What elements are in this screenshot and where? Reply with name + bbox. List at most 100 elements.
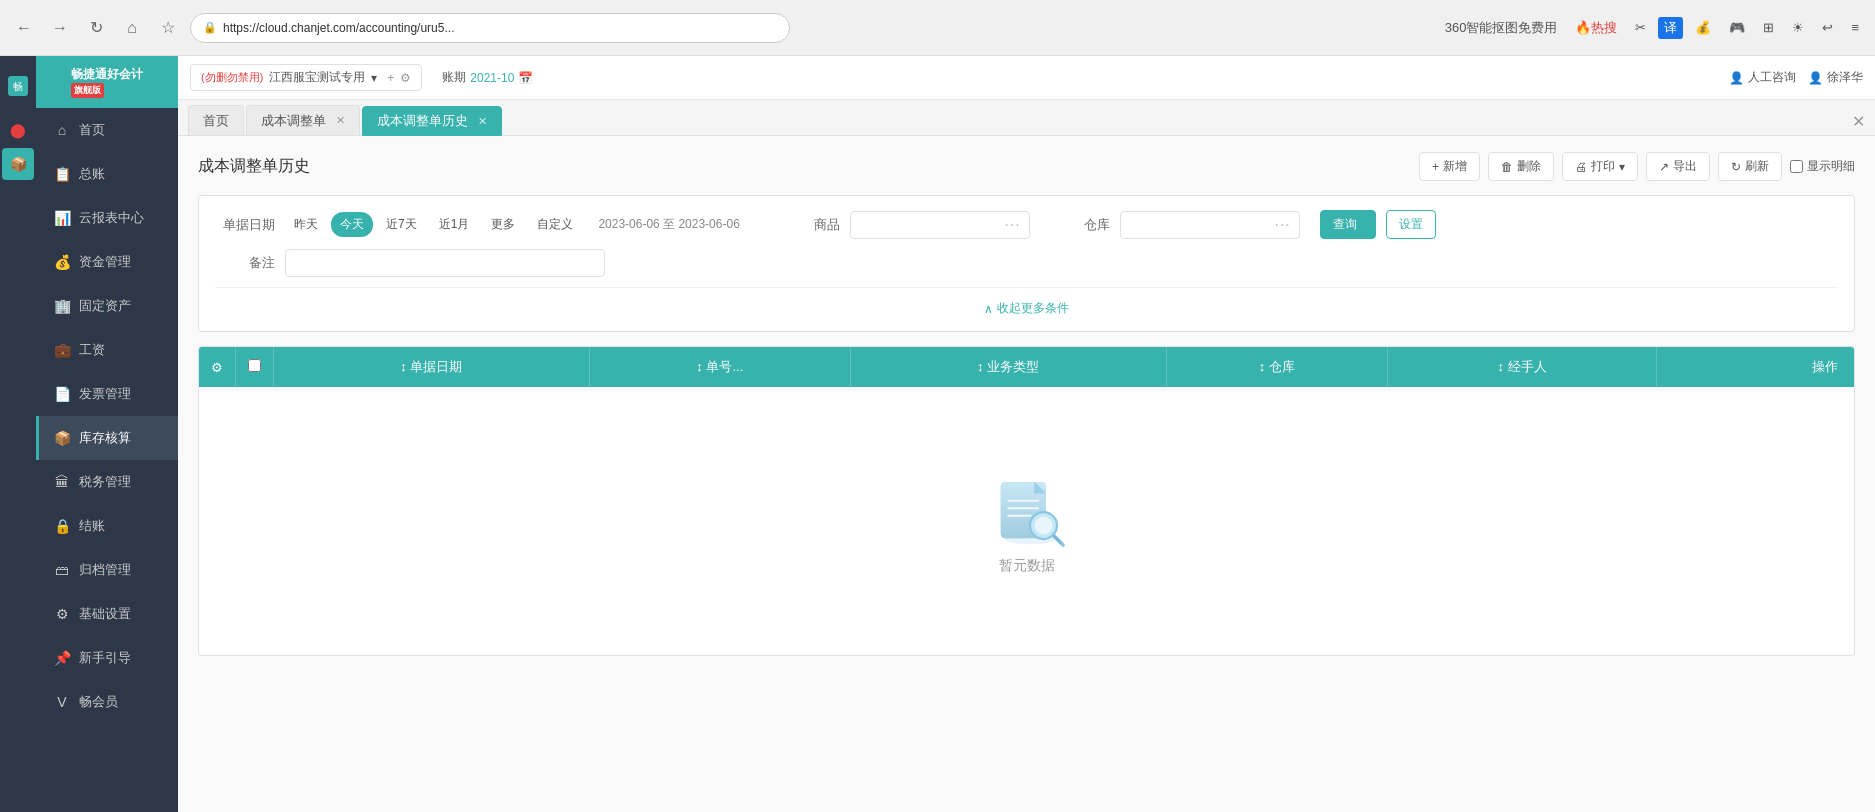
- tab-cost-adjust-close[interactable]: ✕: [336, 114, 345, 127]
- sidebar-item-新手引导[interactable]: 📌 新手引导: [36, 636, 178, 680]
- shortcut-today[interactable]: 今天: [331, 212, 373, 237]
- print-dropdown-icon: ▾: [1619, 160, 1625, 174]
- forward-button[interactable]: →: [46, 14, 74, 42]
- undo-btn[interactable]: ↩: [1816, 16, 1839, 39]
- brightness-btn[interactable]: ☀: [1786, 16, 1810, 39]
- new-btn[interactable]: + 新增: [1419, 152, 1480, 181]
- sidebar-label-归档管理: 归档管理: [79, 561, 131, 579]
- show-detail-input[interactable]: [1790, 160, 1803, 173]
- sidebar-item-基础设置[interactable]: ⚙ 基础设置: [36, 592, 178, 636]
- show-detail-label: 显示明细: [1807, 158, 1855, 175]
- back-button[interactable]: ←: [10, 14, 38, 42]
- ai-tool-btn[interactable]: 360智能抠图免费用: [1439, 15, 1564, 41]
- sidebar-item-资金管理[interactable]: 💰 资金管理: [36, 240, 178, 284]
- col-handler[interactable]: ↕ 经手人: [1388, 347, 1657, 387]
- product-dots[interactable]: ···: [1004, 216, 1020, 234]
- sidebar-item-发票管理[interactable]: 📄 发票管理: [36, 372, 178, 416]
- empty-state-row: 暂元数据: [199, 387, 1854, 655]
- export-btn[interactable]: ↗ 导出: [1646, 152, 1710, 181]
- workspace-settings-icon[interactable]: ⚙: [400, 71, 411, 85]
- user-info[interactable]: 👤 徐泽华: [1808, 69, 1863, 86]
- wallet-btn[interactable]: 💰: [1689, 16, 1717, 39]
- col-warehouse[interactable]: ↕ 仓库: [1166, 347, 1388, 387]
- sidebar-label-税务管理: 税务管理: [79, 473, 131, 491]
- filter-area: 单据日期 昨天 今天 近7天 近1月 更多 自定义 2023-06-06 至 2…: [198, 195, 1855, 332]
- date-filter-row: 单据日期 昨天 今天 近7天 近1月 更多 自定义 2023-06-06 至 2…: [215, 210, 1838, 239]
- warehouse-selector[interactable]: ···: [1120, 211, 1300, 239]
- hot-search-btn[interactable]: 🔥热搜: [1569, 15, 1623, 41]
- help-btn[interactable]: 👤 人工咨询: [1729, 69, 1796, 86]
- shortcut-7days[interactable]: 近7天: [377, 212, 426, 237]
- sidebar-icon-固定资产: 🏢: [53, 298, 71, 314]
- remark-input-container[interactable]: [285, 249, 605, 277]
- export-label: 导出: [1673, 158, 1697, 175]
- sidebar-label-工资: 工资: [79, 341, 105, 359]
- settings-filter-btn[interactable]: 设置: [1386, 210, 1436, 239]
- date-shortcuts: 昨天 今天 近7天 近1月 更多 自定义: [285, 212, 582, 237]
- col-number[interactable]: ↕ 单号...: [589, 347, 850, 387]
- sidebar-item-归档管理[interactable]: 🗃 归档管理: [36, 548, 178, 592]
- menu-btn[interactable]: ≡: [1845, 16, 1865, 39]
- sidebar-item-结账[interactable]: 🔒 结账: [36, 504, 178, 548]
- bookmark-button[interactable]: ☆: [154, 14, 182, 42]
- app-wrapper: 畅 ⬤ 📦 畅捷通好会计 旗舰版 ⌂ 首页 📋 总账 📊 云报表中心 💰 资金管…: [0, 56, 1875, 812]
- translate-btn[interactable]: 译: [1658, 17, 1683, 39]
- sidebar-icon-云报表中心: 📊: [53, 210, 71, 226]
- sidebar-item-工资[interactable]: 💼 工资: [36, 328, 178, 372]
- query-btn[interactable]: 查询: [1320, 210, 1376, 239]
- main-sidebar: 畅捷通好会计 旗舰版 ⌂ 首页 📋 总账 📊 云报表中心 💰 资金管理 🏢 固定…: [36, 56, 178, 812]
- help-icon: 👤: [1729, 71, 1744, 85]
- apps-btn[interactable]: ⊞: [1757, 16, 1780, 39]
- tab-cost-adjust[interactable]: 成本调整单 ✕: [246, 105, 360, 135]
- remark-input[interactable]: [286, 250, 604, 276]
- sidebar-item-固定资产[interactable]: 🏢 固定资产: [36, 284, 178, 328]
- workspace-plus-icon[interactable]: +: [387, 71, 394, 85]
- url-text: https://cloud.chanjet.com/accounting/uru…: [223, 21, 454, 35]
- shortcut-custom[interactable]: 自定义: [528, 212, 582, 237]
- user-name: 徐泽华: [1827, 69, 1863, 86]
- refresh-btn[interactable]: ↻ 刷新: [1718, 152, 1782, 181]
- sidebar-item-云报表中心[interactable]: 📊 云报表中心: [36, 196, 178, 240]
- collapse-btn[interactable]: ∧ 收起更多条件: [984, 300, 1069, 317]
- sidebar-item-总账[interactable]: 📋 总账: [36, 152, 178, 196]
- period-label: 账期: [442, 69, 466, 86]
- shortcut-1month[interactable]: 近1月: [430, 212, 479, 237]
- col-settings[interactable]: ⚙: [199, 347, 236, 387]
- sidebar-item-税务管理[interactable]: 🏛 税务管理: [36, 460, 178, 504]
- sidebar-item-畅会员[interactable]: V 畅会员: [36, 680, 178, 724]
- col-warehouse-label: ↕ 仓库: [1259, 359, 1295, 374]
- warehouse-dots[interactable]: ···: [1274, 216, 1290, 234]
- sidebar-menu: ⌂ 首页 📋 总账 📊 云报表中心 💰 资金管理 🏢 固定资产 💼 工资 📄 发…: [36, 108, 178, 724]
- tab-bar-close-btn[interactable]: ✕: [1852, 112, 1865, 135]
- icon-sidebar-active[interactable]: 📦: [2, 148, 34, 180]
- sidebar-item-库存核算[interactable]: 📦 库存核算: [36, 416, 178, 460]
- scissors-btn[interactable]: ✂: [1629, 16, 1652, 39]
- header-actions: + 新增 🗑 删除 🖨 打印 ▾ ↗ 导出: [1419, 152, 1855, 181]
- tab-cost-adjust-history-close[interactable]: ✕: [478, 115, 487, 128]
- top-bar-right: 👤 人工咨询 👤 徐泽华: [1729, 69, 1863, 86]
- sidebar-label-云报表中心: 云报表中心: [79, 209, 144, 227]
- home-button[interactable]: ⌂: [118, 14, 146, 42]
- workspace-selector[interactable]: (勿删勿禁用) 江西服宝测试专用 ▾ + ⚙: [190, 64, 422, 91]
- reload-button[interactable]: ↻: [82, 14, 110, 42]
- icon-sidebar-weibo[interactable]: ⬤: [2, 114, 34, 146]
- shortcut-more[interactable]: 更多: [482, 212, 524, 237]
- select-all-checkbox[interactable]: [248, 359, 261, 372]
- calendar-icon[interactable]: 📅: [518, 71, 533, 85]
- sidebar-logo: 畅捷通好会计 旗舰版: [36, 56, 178, 108]
- table-body: 暂元数据: [199, 387, 1854, 655]
- sidebar-item-首页[interactable]: ⌂ 首页: [36, 108, 178, 152]
- settings-col-icon: ⚙: [211, 360, 223, 375]
- tab-cost-adjust-history[interactable]: 成本调整单历史 ✕: [362, 106, 502, 136]
- col-type[interactable]: ↕ 业务类型: [850, 347, 1166, 387]
- delete-btn[interactable]: 🗑 删除: [1488, 152, 1554, 181]
- product-selector[interactable]: ···: [850, 211, 1030, 239]
- show-detail-checkbox[interactable]: 显示明细: [1790, 158, 1855, 175]
- col-date[interactable]: ↕ 单据日期: [274, 347, 590, 387]
- print-btn[interactable]: 🖨 打印 ▾: [1562, 152, 1638, 181]
- address-bar[interactable]: 🔒 https://cloud.chanjet.com/accounting/u…: [190, 13, 790, 43]
- game-btn[interactable]: 🎮: [1723, 16, 1751, 39]
- shortcut-yesterday[interactable]: 昨天: [285, 212, 327, 237]
- col-checkbox[interactable]: [236, 347, 274, 387]
- tab-home[interactable]: 首页: [188, 105, 244, 135]
